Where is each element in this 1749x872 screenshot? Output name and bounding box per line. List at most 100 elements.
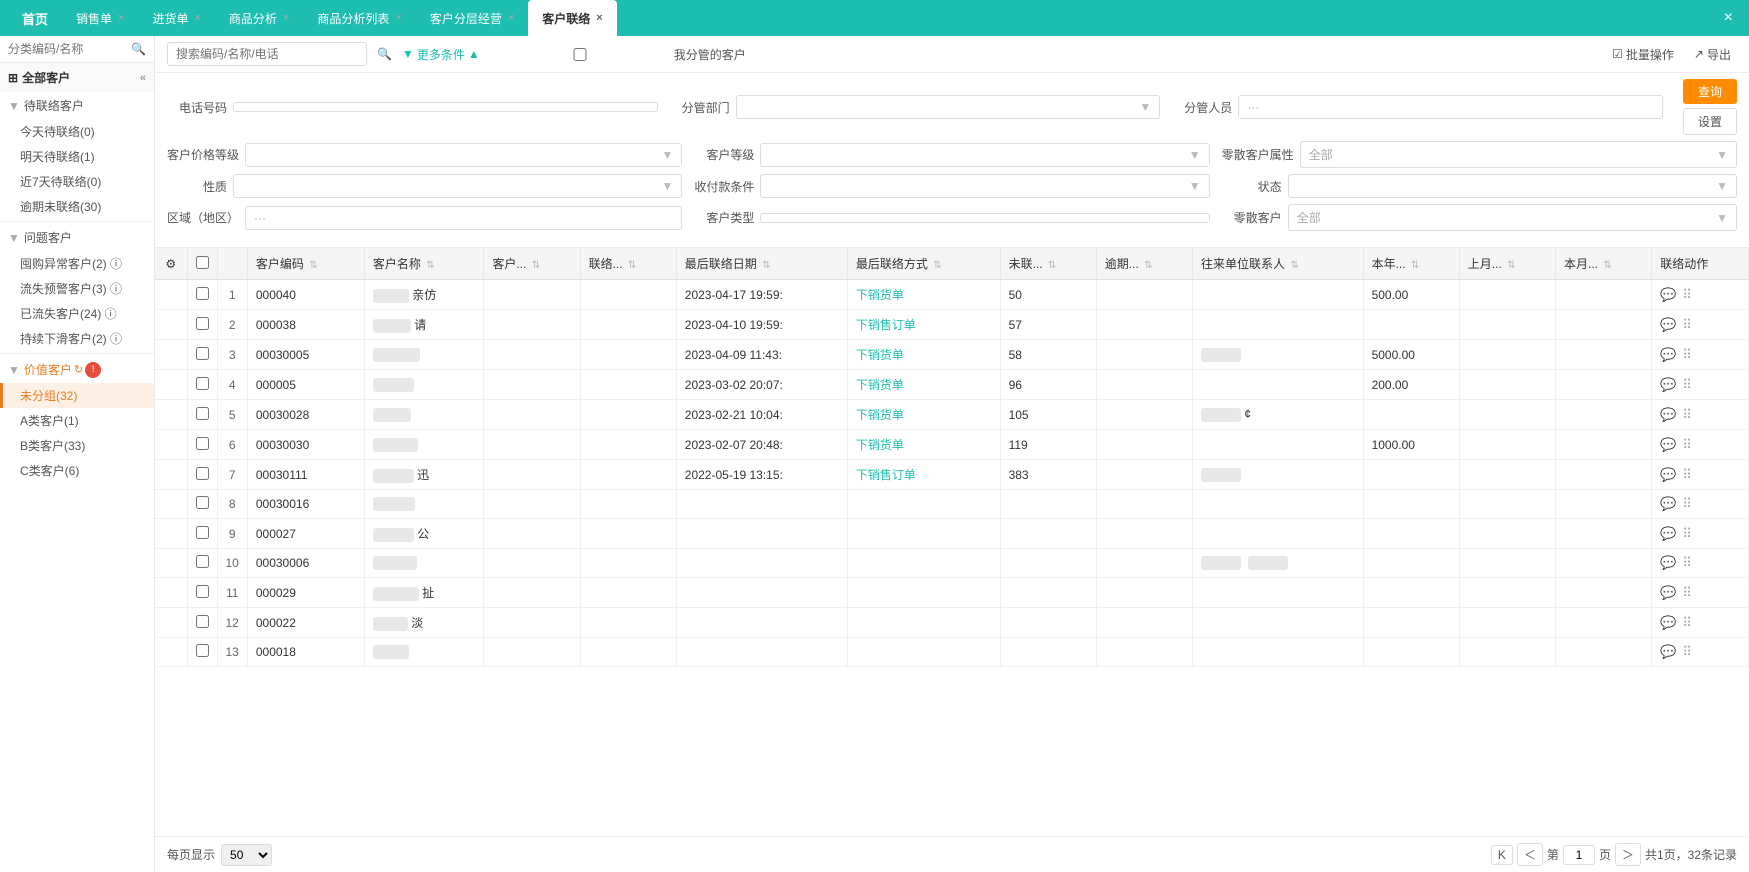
sidebar-item-class-c[interactable]: C类客户(6) xyxy=(0,458,154,483)
tab-home[interactable]: 首页 xyxy=(8,0,62,36)
region-input[interactable]: ··· xyxy=(245,206,682,230)
batch-ops-button[interactable]: ☑ 批量操作 xyxy=(1606,43,1680,66)
row-checkbox-cell[interactable] xyxy=(187,310,217,340)
retail-customer-input[interactable]: 全部 ▼ xyxy=(1288,204,1737,231)
sidebar-item-overdue-contact[interactable]: 逾期未联络(30) xyxy=(0,194,154,219)
row-method-cell[interactable]: 下销售订单 xyxy=(847,310,1000,340)
sidebar-search-icon[interactable]: 🔍 xyxy=(131,42,146,56)
row-checkbox-cell[interactable] xyxy=(187,638,217,667)
page-number-input[interactable] xyxy=(1563,845,1595,865)
row-checkbox[interactable] xyxy=(196,317,209,330)
row-method-cell[interactable]: 下销货单 xyxy=(847,430,1000,460)
row-checkbox[interactable] xyxy=(196,437,209,450)
more-action-icon[interactable]: ⠿ xyxy=(1682,555,1692,571)
more-action-icon[interactable]: ⠿ xyxy=(1682,407,1692,423)
sidebar-item-hoarding-abnormal[interactable]: 囤购异常客户(2) ⓘ xyxy=(0,251,154,276)
row-checkbox[interactable] xyxy=(196,585,209,598)
tab-customer-contact[interactable]: 客户联络 × xyxy=(528,0,616,36)
row-checkbox[interactable] xyxy=(196,555,209,568)
row-checkbox[interactable] xyxy=(196,407,209,420)
close-goods-analysis-tab[interactable]: × xyxy=(283,12,289,24)
sidebar-item-churned[interactable]: 已流失客户(24) ⓘ xyxy=(0,301,154,326)
payment-input[interactable]: ▼ xyxy=(760,174,1209,198)
sidebar-item-churn-warning[interactable]: 流失预警客户(3) ⓘ xyxy=(0,276,154,301)
more-action-icon[interactable]: ⠿ xyxy=(1682,496,1692,512)
row-method-cell[interactable]: 下销售订单 xyxy=(847,460,1000,490)
refresh-icon[interactable]: ↻ xyxy=(74,363,83,376)
code-column-header[interactable]: 客户编码 ⇅ xyxy=(247,248,364,280)
prev-page-button[interactable]: ＜ xyxy=(1517,843,1543,866)
tab-goods-analysis-list[interactable]: 商品分析列表 × xyxy=(303,0,415,36)
phone-action-icon[interactable]: 💬 xyxy=(1660,496,1676,512)
contact-method-link[interactable]: 下销货单 xyxy=(856,288,904,302)
phone-action-icon[interactable]: 💬 xyxy=(1660,377,1676,393)
tab-sales[interactable]: 销售单 × xyxy=(62,0,138,36)
pending-contact-group[interactable]: ▼ 待联络客户 xyxy=(0,92,154,119)
sidebar-item-ungrouped[interactable]: 未分组(32) xyxy=(0,383,154,408)
row-method-cell[interactable]: 下销货单 xyxy=(847,400,1000,430)
row-checkbox-cell[interactable] xyxy=(187,280,217,310)
contacts-column-header[interactable]: 往来单位联系人 ⇅ xyxy=(1193,248,1364,280)
row-checkbox-cell[interactable] xyxy=(187,400,217,430)
tab-goods-analysis[interactable]: 商品分析 × xyxy=(215,0,303,36)
sidebar-item-class-a[interactable]: A类客户(1) xyxy=(0,408,154,433)
row-checkbox-cell[interactable] xyxy=(187,549,217,578)
export-button[interactable]: ↗ 导出 xyxy=(1688,43,1737,66)
price-level-input[interactable]: ▼ xyxy=(245,143,682,167)
retail-attr-input[interactable]: 全部 ▼ xyxy=(1300,141,1737,168)
contact-method-link[interactable]: 下销货单 xyxy=(856,378,904,392)
search-input[interactable] xyxy=(167,42,367,66)
close-goods-analysis-list-tab[interactable]: × xyxy=(395,12,401,24)
phone-action-icon[interactable]: 💬 xyxy=(1660,585,1676,601)
gear-column-header[interactable]: ⚙ xyxy=(155,248,187,280)
category-search-input[interactable] xyxy=(8,42,127,56)
row-checkbox[interactable] xyxy=(196,347,209,360)
filter-search-icon[interactable]: 🔍 xyxy=(377,47,392,61)
query-button[interactable]: 查询 xyxy=(1683,79,1737,104)
this-month-column-header[interactable]: 本月... ⇅ xyxy=(1556,248,1652,280)
tab-purchase[interactable]: 进货单 × xyxy=(138,0,214,36)
close-sales-tab[interactable]: × xyxy=(118,12,124,24)
row-checkbox-cell[interactable] xyxy=(187,340,217,370)
phone-action-icon[interactable]: 💬 xyxy=(1660,287,1676,303)
more-action-icon[interactable]: ⠿ xyxy=(1682,287,1692,303)
tab-customer-tier[interactable]: 客户分层经营 × xyxy=(416,0,528,36)
more-action-icon[interactable]: ⠿ xyxy=(1682,615,1692,631)
sidebar-item-today-pending[interactable]: 今天待联络(0) xyxy=(0,119,154,144)
row-checkbox[interactable] xyxy=(196,467,209,480)
close-purchase-tab[interactable]: × xyxy=(194,12,200,24)
manager-input[interactable]: ··· xyxy=(1238,95,1663,119)
more-action-icon[interactable]: ⠿ xyxy=(1682,377,1692,393)
reset-button[interactable]: 设置 xyxy=(1683,108,1737,135)
close-window-button[interactable]: × xyxy=(1716,9,1741,27)
collapse-sidebar-button[interactable]: « xyxy=(140,72,146,84)
row-checkbox-cell[interactable] xyxy=(187,578,217,608)
problem-customers-group[interactable]: ▼ 问题客户 xyxy=(0,224,154,251)
type-column-header[interactable]: 客户... ⇅ xyxy=(484,248,580,280)
this-year-column-header[interactable]: 本年... ⇅ xyxy=(1363,248,1459,280)
more-action-icon[interactable]: ⠿ xyxy=(1682,437,1692,453)
row-checkbox[interactable] xyxy=(196,287,209,300)
more-action-icon[interactable]: ⠿ xyxy=(1682,467,1692,483)
more-action-icon[interactable]: ⠿ xyxy=(1682,526,1692,542)
row-checkbox-cell[interactable] xyxy=(187,370,217,400)
phone-action-icon[interactable]: 💬 xyxy=(1660,526,1676,542)
contact-method-link[interactable]: 下销售订单 xyxy=(856,318,916,332)
phone-action-icon[interactable]: 💬 xyxy=(1660,467,1676,483)
more-action-icon[interactable]: ⠿ xyxy=(1682,347,1692,363)
row-checkbox-cell[interactable] xyxy=(187,608,217,638)
phone-action-icon[interactable]: 💬 xyxy=(1660,555,1676,571)
last-contact-date-column-header[interactable]: 最后联络日期 ⇅ xyxy=(676,248,847,280)
contact-method-link[interactable]: 下销货单 xyxy=(856,438,904,452)
phone-input[interactable] xyxy=(233,102,658,112)
last-month-column-header[interactable]: 上月... ⇅ xyxy=(1459,248,1555,280)
close-customer-tier-tab[interactable]: × xyxy=(508,12,514,24)
dept-input[interactable]: ▼ xyxy=(736,95,1161,119)
all-customers-header[interactable]: ⊞ 全部客户 « xyxy=(0,63,154,92)
row-checkbox[interactable] xyxy=(196,526,209,539)
customer-level-input[interactable]: ▼ xyxy=(760,143,1209,167)
row-checkbox-cell[interactable] xyxy=(187,519,217,549)
page-size-select[interactable]: 50 100 200 xyxy=(221,844,272,866)
phone-action-icon[interactable]: 💬 xyxy=(1660,437,1676,453)
my-customers-filter[interactable]: 我分管的客户 xyxy=(490,46,746,63)
